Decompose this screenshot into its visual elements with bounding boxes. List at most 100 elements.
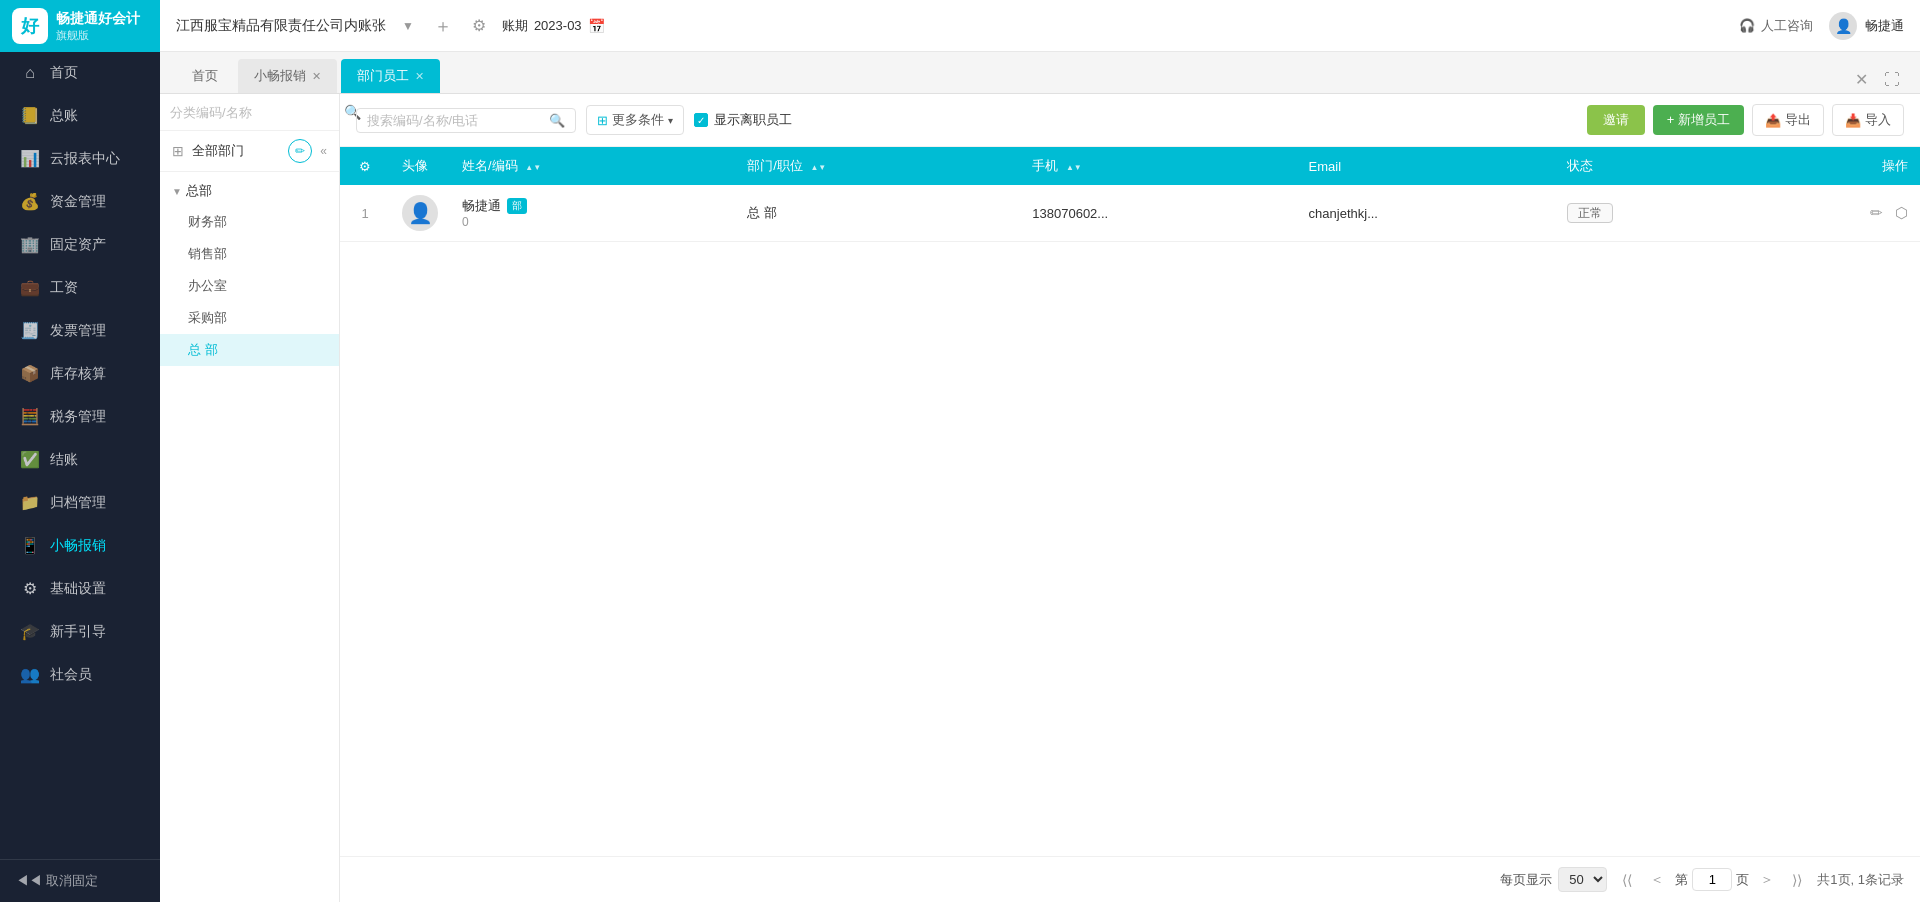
- page-input[interactable]: [1692, 868, 1732, 891]
- sidebar-item-salary[interactable]: 💼 工资: [0, 266, 160, 309]
- row-phone: 138070602...: [1020, 185, 1296, 242]
- sidebar-item-assets[interactable]: 🏢 固定资产: [0, 223, 160, 266]
- sidebar-item-expense[interactable]: 📱 小畅报销: [0, 524, 160, 567]
- close-window-icon[interactable]: ✕: [1851, 66, 1872, 93]
- th-settings[interactable]: ⚙: [340, 147, 390, 185]
- show-resigned-checkbox[interactable]: ✓: [694, 113, 708, 127]
- archive-icon: 📁: [20, 493, 40, 512]
- member-icon: 👥: [20, 665, 40, 684]
- next-page-btn[interactable]: ＞: [1753, 868, 1781, 892]
- action-cell: ✏ ⬡: [1760, 204, 1908, 222]
- dept-collapse-btn[interactable]: «: [320, 144, 327, 158]
- add-employee-btn[interactable]: + 新增员工: [1653, 105, 1744, 135]
- employee-table-container: ⚙ 头像 姓名/编码 ▲▼ 部门/职位 ▲▼: [340, 147, 1920, 856]
- table-row: 1 👤 畅捷通 部 0: [340, 185, 1920, 242]
- dept-item-office[interactable]: 办公室: [160, 270, 339, 302]
- th-action: 操作: [1748, 147, 1920, 185]
- import-icon: 📥: [1845, 113, 1861, 128]
- sidebar-item-label: 工资: [50, 279, 78, 297]
- pagination: ⟨⟨ ＜ 第 页 ＞ ⟩⟩: [1615, 868, 1809, 892]
- dept-sidebar: 🔍 ⊞ 全部部门 ✏ « ▼ 总部 财务部 销售部: [160, 94, 340, 902]
- sidebar-item-tax[interactable]: 🧮 税务管理: [0, 395, 160, 438]
- invite-btn[interactable]: 邀请: [1587, 105, 1645, 135]
- dept-item-sales[interactable]: 销售部: [160, 238, 339, 270]
- sidebar-item-member[interactable]: 👥 社会员: [0, 653, 160, 696]
- calendar-icon[interactable]: 📅: [588, 18, 605, 34]
- logo-subtitle: 旗舰版: [56, 28, 140, 43]
- settings-icon: ⚙: [20, 579, 40, 598]
- human-service-btn[interactable]: 🎧 人工咨询: [1739, 17, 1813, 35]
- sidebar-item-ledger[interactable]: 📒 总账: [0, 94, 160, 137]
- import-btn[interactable]: 📥 导入: [1832, 104, 1904, 136]
- employee-search-icon[interactable]: 🔍: [549, 113, 565, 128]
- tab-expense-close-icon[interactable]: ✕: [312, 70, 321, 83]
- sidebar-item-archive[interactable]: 📁 归档管理: [0, 481, 160, 524]
- dept-item-purchase[interactable]: 采购部: [160, 302, 339, 334]
- ledger-icon: 📒: [20, 106, 40, 125]
- prev-page-btn[interactable]: ＜: [1643, 868, 1671, 892]
- first-page-btn[interactable]: ⟨⟨: [1615, 869, 1639, 891]
- topbar-right: 🎧 人工咨询 👤 畅捷通: [1739, 12, 1904, 40]
- edit-icon[interactable]: ✏: [1870, 204, 1883, 222]
- tab-home[interactable]: 首页: [176, 59, 234, 93]
- sidebar-item-funds[interactable]: 💰 资金管理: [0, 180, 160, 223]
- topbar-settings-icon[interactable]: ⚙: [472, 16, 486, 35]
- cancel-fixed-btn[interactable]: ◀◀ 取消固定: [16, 872, 144, 890]
- assets-icon: 🏢: [20, 235, 40, 254]
- tab-dept-close-icon[interactable]: ✕: [415, 70, 424, 83]
- add-tab-btn[interactable]: ＋: [430, 10, 456, 42]
- sidebar-item-settings[interactable]: ⚙ 基础设置: [0, 567, 160, 610]
- th-dept[interactable]: 部门/职位 ▲▼: [735, 147, 1020, 185]
- reports-icon: 📊: [20, 149, 40, 168]
- show-resigned-label: 显示离职员工: [714, 111, 792, 129]
- export-btn[interactable]: 📤 导出: [1752, 104, 1824, 136]
- sidebar-item-invoice[interactable]: 🧾 发票管理: [0, 309, 160, 352]
- dept-item-finance[interactable]: 财务部: [160, 206, 339, 238]
- dept-edit-btn[interactable]: ✏: [288, 139, 312, 163]
- row-status: 正常: [1555, 185, 1749, 242]
- user-info[interactable]: 👤 畅捷通: [1829, 12, 1904, 40]
- per-page-select[interactable]: 50: [1558, 867, 1607, 892]
- tab-dept-employee[interactable]: 部门员工 ✕: [341, 59, 440, 93]
- export-label: 导出: [1785, 111, 1811, 129]
- tab-home-label: 首页: [192, 67, 218, 85]
- last-page-btn[interactable]: ⟩⟩: [1785, 869, 1809, 891]
- th-name[interactable]: 姓名/编码 ▲▼: [450, 147, 735, 185]
- employee-search-input[interactable]: [367, 113, 543, 128]
- logout-icon[interactable]: ⬡: [1895, 204, 1908, 222]
- add-employee-label: + 新增员工: [1667, 111, 1730, 129]
- sidebar-item-label: 云报表中心: [50, 150, 120, 168]
- dept-item-label: 财务部: [188, 214, 227, 229]
- sidebar-item-guide[interactable]: 🎓 新手引导: [0, 610, 160, 653]
- funds-icon: 💰: [20, 192, 40, 211]
- filter-btn[interactable]: ⊞ 更多条件 ▾: [586, 105, 684, 135]
- row-avatar: 👤: [390, 185, 450, 242]
- per-page-label: 每页显示: [1500, 871, 1552, 889]
- expand-window-icon[interactable]: ⛶: [1880, 67, 1904, 93]
- sidebar-menu: ⌂ 首页 📒 总账 📊 云报表中心 💰 资金管理 🏢 固定资产 💼 工资 🧾 发…: [0, 52, 160, 859]
- dept-item-general[interactable]: 总 部: [160, 334, 339, 366]
- dept-item-label: 总 部: [188, 342, 218, 357]
- avatar-person-icon: 👤: [408, 201, 433, 225]
- dept-search-input[interactable]: [170, 105, 338, 120]
- sidebar-item-checkout[interactable]: ✅ 结账: [0, 438, 160, 481]
- employee-table: ⚙ 头像 姓名/编码 ▲▼ 部门/职位 ▲▼: [340, 147, 1920, 242]
- dept-item-label: 销售部: [188, 246, 227, 261]
- toolbar-right: 邀请 + 新增员工 📤 导出 📥 导入: [1587, 104, 1904, 136]
- topbar: 江西服宝精品有限责任公司内账张 ▼ ＋ ⚙ 账期 2023-03 📅 🎧 人工咨…: [160, 0, 1920, 52]
- tab-expense[interactable]: 小畅报销 ✕: [238, 59, 337, 93]
- sidebar-item-label: 总账: [50, 107, 78, 125]
- filter-chevron-icon: ▾: [668, 115, 673, 126]
- company-dropdown-icon[interactable]: ▼: [402, 19, 414, 33]
- tabs: 首页 小畅报销 ✕ 部门员工 ✕ ✕ ⛶: [160, 52, 1920, 94]
- sidebar-item-label: 结账: [50, 451, 78, 469]
- sidebar-item-home[interactable]: ⌂ 首页: [0, 52, 160, 94]
- dept-tree: ▼ 总部 财务部 销售部 办公室 采购部 总 部: [160, 172, 339, 902]
- user-avatar: 👤: [1829, 12, 1857, 40]
- dept-item-label: 办公室: [188, 278, 227, 293]
- dept-header-label: 全部部门: [192, 142, 280, 160]
- th-phone[interactable]: 手机 ▲▼: [1020, 147, 1296, 185]
- dept-item-label: 采购部: [188, 310, 227, 325]
- sidebar-item-reports[interactable]: 📊 云报表中心: [0, 137, 160, 180]
- sidebar-item-inventory[interactable]: 📦 库存核算: [0, 352, 160, 395]
